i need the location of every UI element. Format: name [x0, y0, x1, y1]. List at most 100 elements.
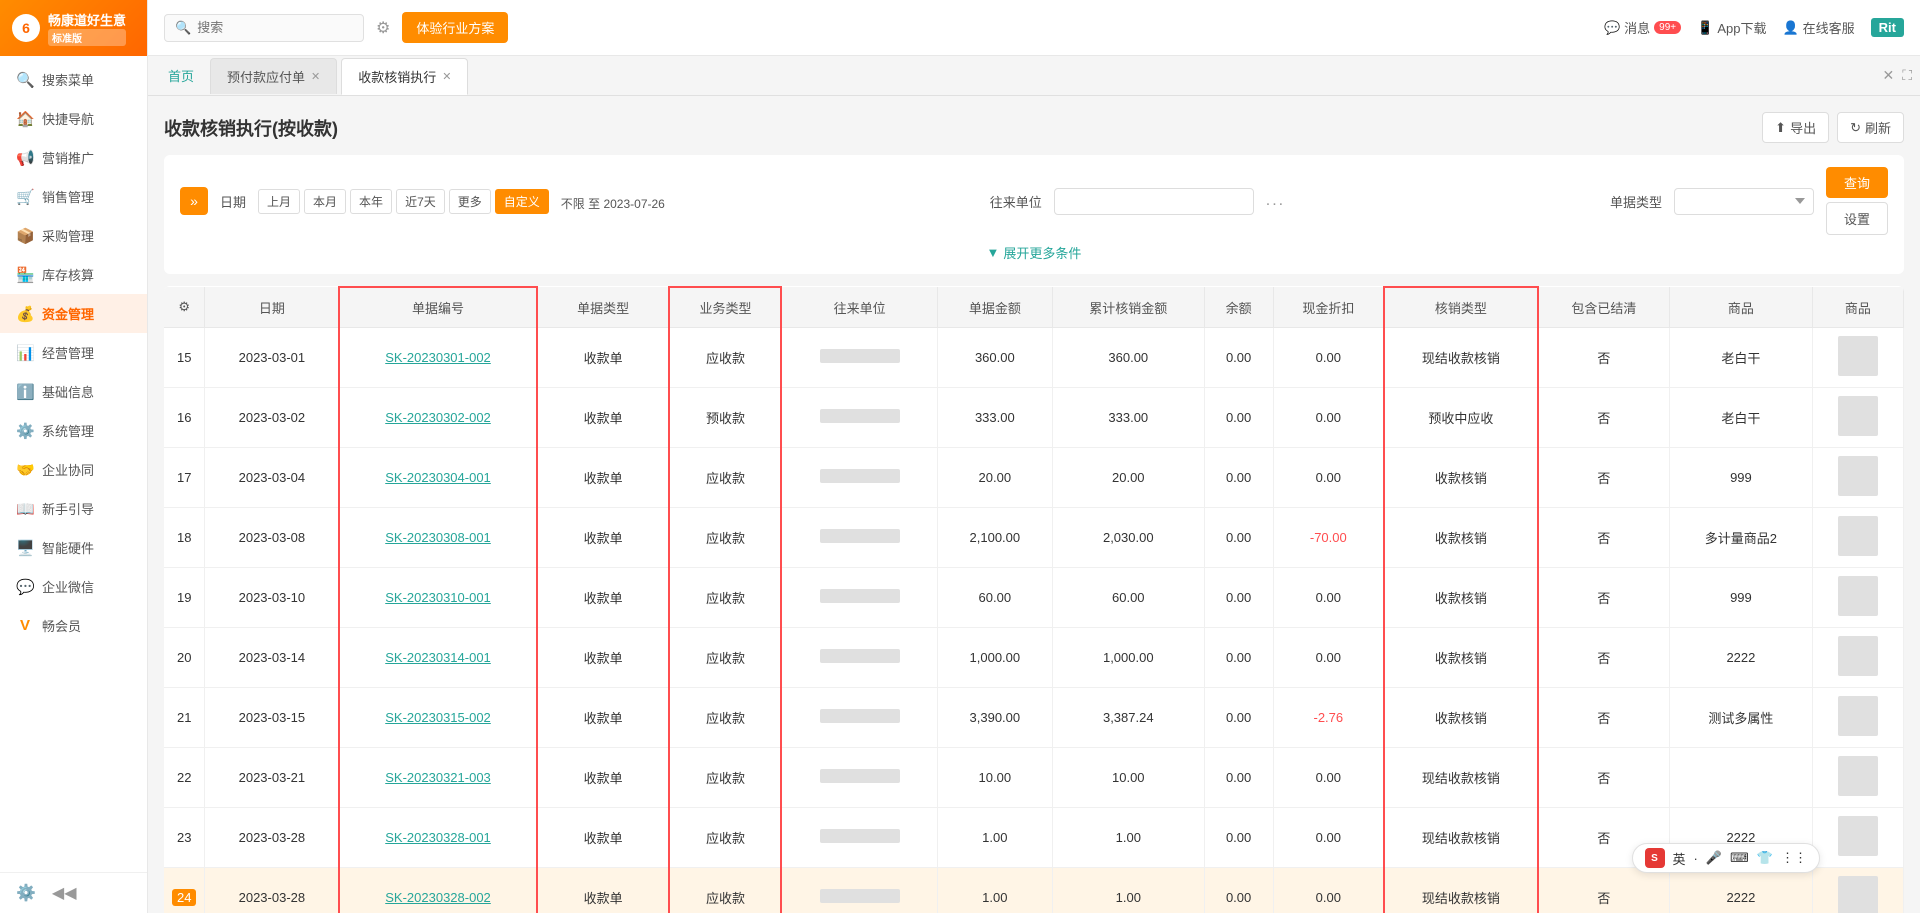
search-input[interactable] — [197, 20, 337, 35]
sidebar-item-purchase[interactable]: 📦 采购管理 — [0, 216, 147, 255]
sidebar-item-system[interactable]: ⚙️ 系统管理 — [0, 411, 147, 450]
cell-discount: -70.00 — [1273, 508, 1384, 568]
sidebar-item-finance[interactable]: 💰 资金管理 — [0, 294, 147, 333]
tab-actions: ✕ ⛶ — [1882, 67, 1912, 84]
table-header-row: ⚙ 日期 单据编号 单据类型 业务类型 往来单位 单据金额 累计核销金额 余额 … — [164, 287, 1904, 328]
date-last-month[interactable]: 上月 — [258, 189, 300, 214]
tab-prepay[interactable]: 预付款应付单 ✕ — [210, 58, 337, 94]
sidebar-item-wechat[interactable]: 💬 企业微信 — [0, 567, 147, 606]
gear-icon[interactable]: ⚙ — [376, 18, 390, 38]
sidebar-item-marketing[interactable]: 📢 营销推广 — [0, 138, 147, 177]
doc-no-link[interactable]: SK-20230308-001 — [385, 530, 491, 545]
search-icon: 🔍 — [16, 71, 34, 89]
tab2-close-icon[interactable]: ✕ — [442, 70, 451, 83]
sidebar-item-search[interactable]: 🔍 搜索菜单 — [0, 60, 147, 99]
expand-conditions-link[interactable]: ▼ 展开更多条件 — [987, 243, 1082, 262]
solution-button[interactable]: 体验行业方案 — [402, 12, 508, 43]
topbar-search-box[interactable]: 🔍 — [164, 14, 364, 42]
app-label: App下载 — [1717, 18, 1766, 37]
cell-date: 2023-03-28 — [205, 868, 339, 913]
sidebar-item-hardware[interactable]: 🖥️ 智能硬件 — [0, 528, 147, 567]
date-custom[interactable]: 自定义 — [495, 189, 549, 214]
export-button[interactable]: ⬆ 导出 — [1762, 112, 1829, 143]
cell-amount: 1.00 — [937, 808, 1052, 868]
sidebar-item-quicknav[interactable]: 🏠 快捷导航 — [0, 99, 147, 138]
page-content: 收款核销执行(按收款) ⬆ 导出 ↻ 刷新 » 日期 上月 — [148, 96, 1920, 913]
cell-doc-no: SK-20230315-002 — [339, 688, 537, 748]
doc-type-select[interactable] — [1674, 188, 1814, 215]
cell-verify-type: 现结收款核销 — [1384, 328, 1538, 388]
cell-included: 否 — [1538, 448, 1670, 508]
filter-expand-button[interactable]: » — [180, 187, 208, 215]
col-settings[interactable]: ⚙ — [164, 287, 205, 328]
partner-input[interactable] — [1054, 188, 1254, 215]
expand-down-icon: ▼ — [987, 245, 1000, 260]
doc-no-link[interactable]: SK-20230328-001 — [385, 830, 491, 845]
sidebar-item-guide[interactable]: 📖 新手引导 — [0, 489, 147, 528]
cell-doc-no: SK-20230304-001 — [339, 448, 537, 508]
cell-goods2 — [1812, 328, 1903, 388]
cell-doc-type: 收款单 — [537, 508, 670, 568]
message-label: 消息 — [1624, 18, 1650, 37]
settings-bottom-icon[interactable]: ⚙️ — [16, 883, 36, 903]
doc-no-link[interactable]: SK-20230315-002 — [385, 710, 491, 725]
app-download-item[interactable]: 📱 App下载 — [1697, 18, 1766, 37]
user-avatar[interactable]: Rit — [1871, 18, 1904, 37]
cell-included: 否 — [1538, 688, 1670, 748]
cell-doc-no: SK-20230321-003 — [339, 748, 537, 808]
refresh-button[interactable]: ↻ 刷新 — [1837, 112, 1904, 143]
expand-icon[interactable]: ⛶ — [1902, 67, 1912, 84]
export-icon: ⬆ — [1775, 120, 1786, 136]
online-service-item[interactable]: 👤 在线客服 — [1782, 18, 1854, 37]
doc-no-link[interactable]: SK-20230321-003 — [385, 770, 491, 785]
table-scroll[interactable]: ⚙ 日期 单据编号 单据类型 业务类型 往来单位 单据金额 累计核销金额 余额 … — [164, 286, 1904, 913]
doc-no-link[interactable]: SK-20230302-002 — [385, 410, 491, 425]
sougou-icon: S — [1645, 848, 1665, 868]
prepay-tab-label: 预付款应付单 — [227, 67, 305, 86]
settings-button[interactable]: 设置 — [1826, 202, 1888, 235]
date-this-year[interactable]: 本年 — [350, 189, 392, 214]
cell-accum: 1.00 — [1052, 868, 1204, 913]
col-balance: 余额 — [1204, 287, 1273, 328]
message-item[interactable]: 💬 消息 99+ — [1604, 18, 1681, 37]
sidebar-item-label: 企业协同 — [42, 460, 94, 479]
date-7days[interactable]: 近7天 — [396, 189, 445, 214]
close-all-icon[interactable]: ✕ — [1882, 67, 1894, 84]
cell-goods2 — [1812, 508, 1903, 568]
sidebar-item-sales[interactable]: 🛒 销售管理 — [0, 177, 147, 216]
doc-no-link[interactable]: SK-20230304-001 — [385, 470, 491, 485]
topbar-right: 💬 消息 99+ 📱 App下载 👤 在线客服 Rit — [1604, 18, 1904, 37]
sidebar-item-corp[interactable]: 🤝 企业协同 — [0, 450, 147, 489]
doc-no-link[interactable]: SK-20230314-001 — [385, 650, 491, 665]
collapse-icon[interactable]: ◀◀ — [52, 883, 77, 903]
sougou-shirt[interactable]: 👕 — [1757, 850, 1773, 866]
sidebar-item-member[interactable]: V 畅会员 — [0, 606, 147, 645]
sougou-voice[interactable]: 🎤 — [1706, 850, 1722, 866]
cell-amount: 360.00 — [937, 328, 1052, 388]
sougou-keyboard[interactable]: ⌨ — [1730, 850, 1749, 866]
tab-verify[interactable]: 收款核销执行 ✕ — [341, 58, 468, 95]
sidebar-item-base[interactable]: ℹ️ 基础信息 — [0, 372, 147, 411]
table-body: 15 2023-03-01 SK-20230301-002 收款单 应收款 36… — [164, 328, 1904, 913]
cell-partner — [781, 328, 937, 388]
cell-amount: 333.00 — [937, 388, 1052, 448]
cell-doc-type: 收款单 — [537, 748, 670, 808]
doc-no-link[interactable]: SK-20230301-002 — [385, 350, 491, 365]
cell-accum: 10.00 — [1052, 748, 1204, 808]
refresh-icon: ↻ — [1850, 120, 1861, 136]
tab-home[interactable]: 首页 — [156, 58, 206, 93]
cell-included: 否 — [1538, 508, 1670, 568]
date-this-month[interactable]: 本月 — [304, 189, 346, 214]
date-more[interactable]: 更多 — [449, 189, 491, 214]
tab1-close-icon[interactable]: ✕ — [311, 70, 320, 83]
sougou-grid[interactable]: ⋮⋮ — [1781, 850, 1807, 866]
doc-no-link[interactable]: SK-20230328-002 — [385, 890, 491, 905]
doc-no-link[interactable]: SK-20230310-001 — [385, 590, 491, 605]
cell-date: 2023-03-15 — [205, 688, 339, 748]
sidebar-item-operations[interactable]: 📊 经营管理 — [0, 333, 147, 372]
cell-doc-type: 收款单 — [537, 568, 670, 628]
main-area: 🔍 ⚙ 体验行业方案 💬 消息 99+ 📱 App下载 👤 在线客服 Rit — [148, 0, 1920, 913]
query-button[interactable]: 查询 — [1826, 167, 1888, 198]
cell-biz-type: 应收款 — [669, 328, 781, 388]
sidebar-item-inventory[interactable]: 🏪 库存核算 — [0, 255, 147, 294]
